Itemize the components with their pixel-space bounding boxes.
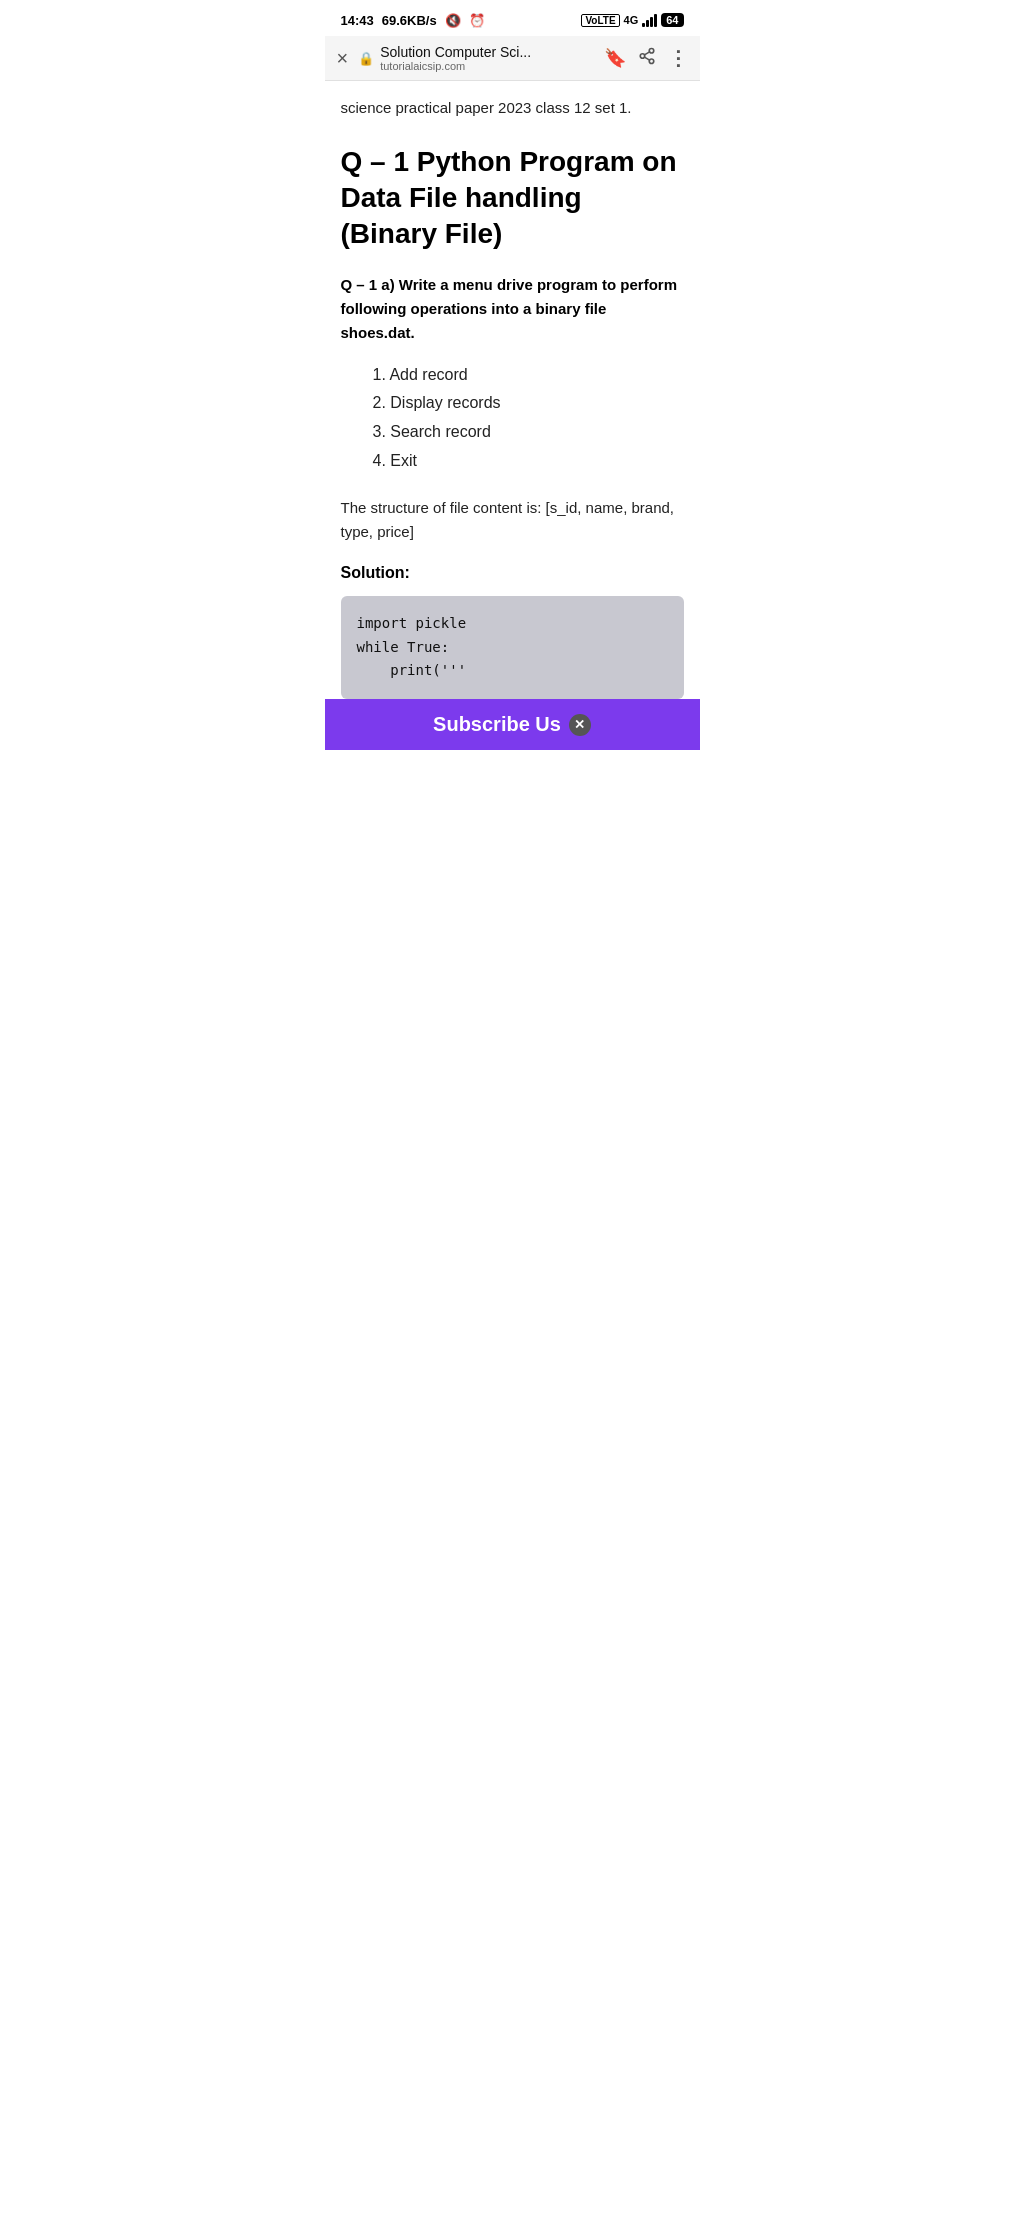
battery-indicator: 64 xyxy=(661,13,683,27)
structure-text: The structure of file content is: [s_id,… xyxy=(341,496,684,544)
status-bar: 14:43 69.6KB/s 🔇 ⏰ VoLTE 4G 64 xyxy=(325,0,700,36)
browser-actions: 🔖 ⋮ xyxy=(604,46,688,70)
solution-label: Solution: xyxy=(341,564,684,582)
share-icon[interactable] xyxy=(638,47,656,69)
main-heading: Q – 1 Python Program on Data File handli… xyxy=(341,144,684,253)
signal-bars xyxy=(642,13,657,27)
mute-icon: 🔇 xyxy=(445,13,461,28)
list-item: 3. Search record xyxy=(373,418,684,447)
list-item: 4. Exit xyxy=(373,447,684,476)
browser-bar: × 🔒 Solution Computer Sci... tutorialaic… xyxy=(325,36,700,81)
subscribe-close-button[interactable]: ✕ xyxy=(569,714,591,736)
subscribe-label: Subscribe Us xyxy=(433,713,561,736)
close-icon: ✕ xyxy=(574,717,585,732)
domain-label: tutorialaicsip.com xyxy=(380,60,531,72)
browser-close-button[interactable]: × xyxy=(337,47,349,70)
question-text: Q – 1 a) Write a menu drive program to p… xyxy=(341,273,684,345)
intro-text: science practical paper 2023 class 12 se… xyxy=(341,97,684,120)
lock-icon: 🔒 xyxy=(358,51,374,66)
alarm-icon: ⏰ xyxy=(469,13,485,28)
list-item: 1. Add record xyxy=(373,361,684,390)
list-item: 2. Display records xyxy=(373,389,684,418)
svg-line-3 xyxy=(644,57,649,60)
network-speed: 69.6KB/s xyxy=(382,13,437,28)
network-type: 4G xyxy=(624,14,639,26)
url-area: 🔒 Solution Computer Sci... tutorialaicsi… xyxy=(358,44,593,72)
more-options-icon[interactable]: ⋮ xyxy=(668,46,688,70)
url-text-block: Solution Computer Sci... tutorialaicsip.… xyxy=(380,44,531,72)
menu-list: 1. Add record 2. Display records 3. Sear… xyxy=(373,361,684,476)
time-display: 14:43 xyxy=(341,13,374,28)
page-title: Solution Computer Sci... xyxy=(380,44,531,60)
bookmark-icon[interactable]: 🔖 xyxy=(604,47,626,69)
subscribe-banner[interactable]: Subscribe Us ✕ xyxy=(325,699,700,750)
content-area: science practical paper 2023 class 12 se… xyxy=(325,81,700,699)
volte-badge: VoLTE xyxy=(581,14,619,27)
status-left: 14:43 69.6KB/s 🔇 ⏰ xyxy=(341,13,485,28)
code-content: import pickle while True: print(''' xyxy=(357,612,668,683)
code-block: import pickle while True: print(''' xyxy=(341,596,684,699)
svg-line-4 xyxy=(644,52,649,55)
status-right: VoLTE 4G 64 xyxy=(581,13,683,27)
